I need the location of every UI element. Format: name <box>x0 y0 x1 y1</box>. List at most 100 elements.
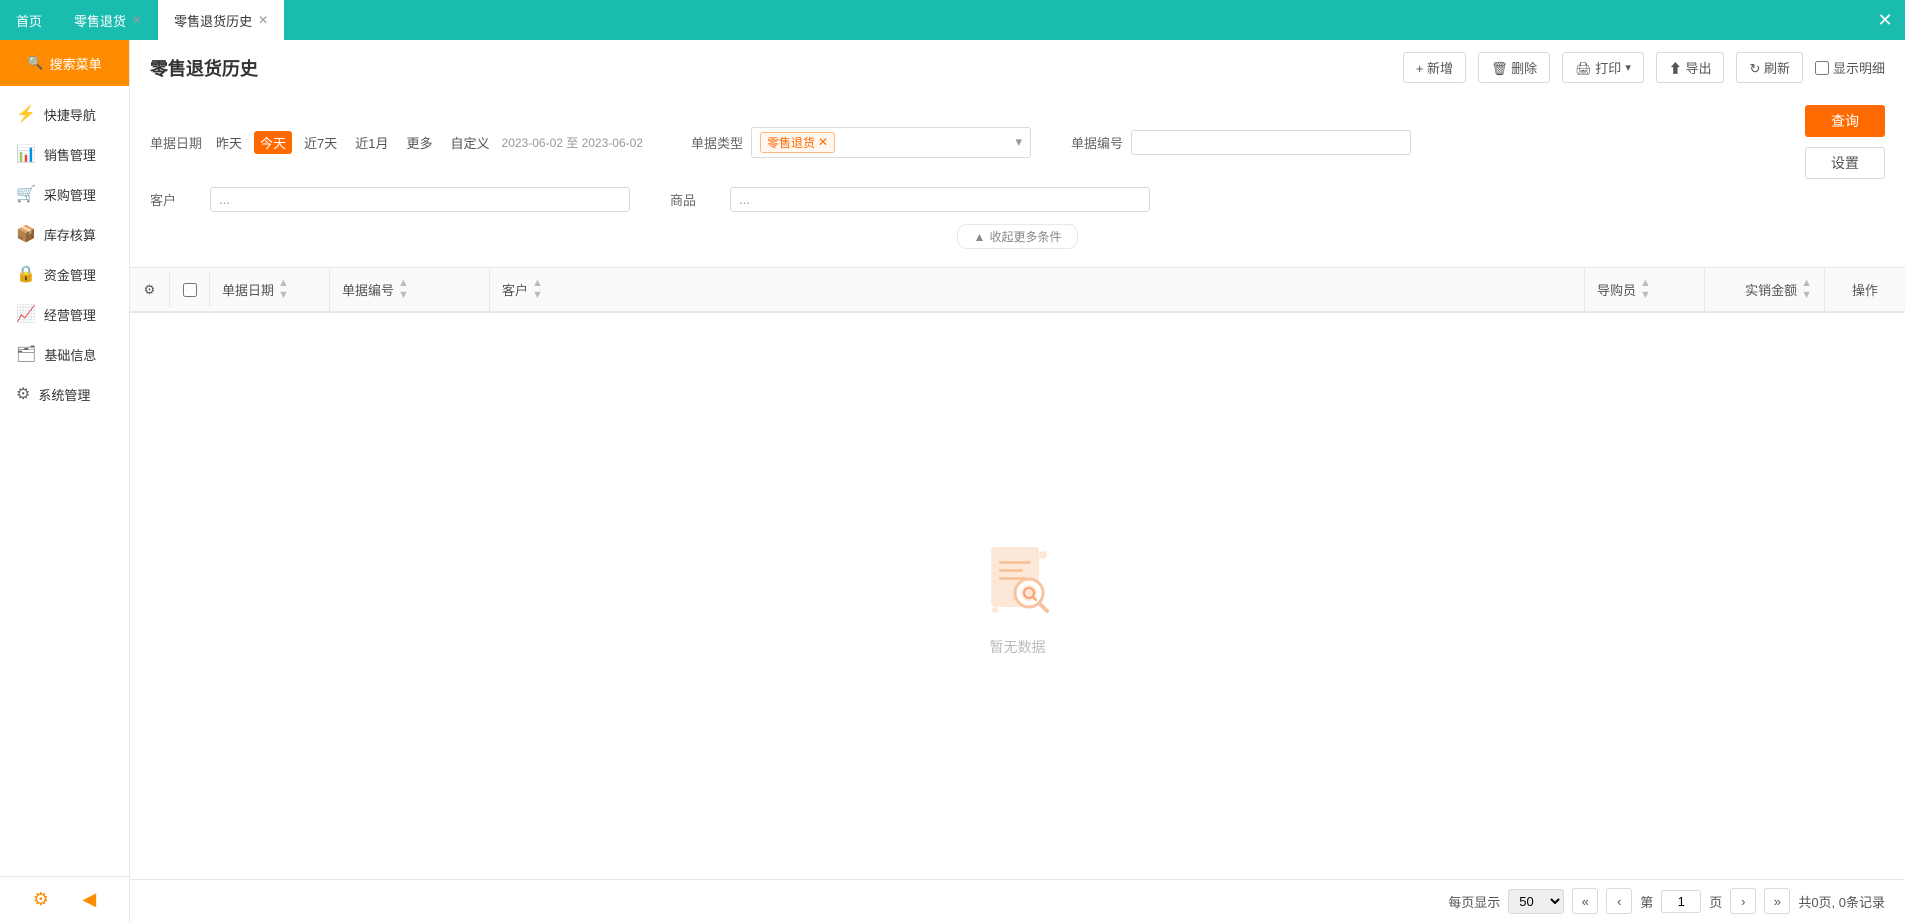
sidebar-item-finance[interactable]: 🔒 资金管理 <box>0 254 129 294</box>
sidebar-search[interactable]: 🔍 搜索菜单 <box>0 40 129 86</box>
operations-icon: 📈 <box>16 304 36 324</box>
table-container: ⚙ 单据日期 ▲▼ 单据编号 ▲▼ 客户 ▲▼ 导购员 <box>130 268 1905 879</box>
date-filter-label: 单据日期 <box>150 133 210 152</box>
page-header: 零售退货历史 + 新增 🗑 删除 🖨 打印 ▾ ⬆ 导出 ↻ 刷新 显示明细 <box>130 40 1905 268</box>
th-billno[interactable]: 单据编号 ▲▼ <box>330 268 490 311</box>
th-action: 操作 <box>1825 270 1905 309</box>
sidebar-item-inventory[interactable]: 📦 库存核算 <box>0 214 129 254</box>
sort-billno-icon: ▲▼ <box>398 278 409 301</box>
query-set-group: 查询 设置 <box>1805 105 1885 179</box>
date-option-1month[interactable]: 近1月 <box>349 131 394 154</box>
refresh-button[interactable]: ↻ 刷新 <box>1736 52 1803 83</box>
content-area: 零售退货历史 + 新增 🗑 删除 🖨 打印 ▾ ⬆ 导出 ↻ 刷新 显示明细 <box>130 40 1905 922</box>
toolbar: + 新增 🗑 删除 🖨 打印 ▾ ⬆ 导出 ↻ 刷新 显示明细 <box>1403 52 1885 83</box>
filter-dates: 昨天 今天 近7天 近1月 更多 自定义 2023-06-02 至 2023-0… <box>210 131 643 154</box>
page-label: 第 <box>1640 892 1653 911</box>
base-info-icon: 🗂 <box>16 344 36 364</box>
goods-input[interactable]: ... <box>730 187 1150 212</box>
sidebar-item-base-info[interactable]: 🗂 基础信息 <box>0 334 129 374</box>
sort-customer-icon: ▲▼ <box>532 278 543 301</box>
date-option-custom[interactable]: 自定义 <box>445 131 496 154</box>
sidebar-item-operations[interactable]: 📈 经营管理 <box>0 294 129 334</box>
next-page-button[interactable]: › <box>1730 888 1756 914</box>
empty-text: 暂无数据 <box>990 637 1046 657</box>
filter-row-2: 客户 ... 商品 ... <box>150 187 1885 212</box>
tab-retail-return[interactable]: 零售退货 ✕ <box>58 0 158 40</box>
date-option-today[interactable]: 今天 <box>254 131 292 154</box>
page-header-top: 零售退货历史 + 新增 🗑 删除 🖨 打印 ▾ ⬆ 导出 ↻ 刷新 显示明细 <box>150 52 1885 83</box>
finance-icon: 🔒 <box>16 264 36 284</box>
system-icon: ⚙ <box>16 384 30 404</box>
table-settings-icon: ⚙ <box>144 282 156 298</box>
new-button[interactable]: + 新增 <box>1403 52 1466 83</box>
bill-type-chevron-icon: ▾ <box>1015 134 1022 150</box>
th-amount[interactable]: 实销金额 ▲▼ <box>1705 268 1825 311</box>
sidebar-bottom: ⚙ ◀ <box>0 876 129 922</box>
page-suffix: 页 <box>1709 892 1722 911</box>
sidebar-item-purchase[interactable]: 🛒 采购管理 <box>0 174 129 214</box>
export-button[interactable]: ⬆ 导出 <box>1656 52 1725 83</box>
sidebar-item-system[interactable]: ⚙ 系统管理 <box>0 374 129 414</box>
collapse-up-icon: ▲ <box>974 230 986 244</box>
empty-state: 暂无数据 <box>130 313 1905 879</box>
th-date[interactable]: 单据日期 ▲▼ <box>210 268 330 311</box>
bill-type-select[interactable]: 零售退货 ✕ ▾ <box>751 127 1031 158</box>
tab-retail-return-history[interactable]: 零售退货历史 ✕ <box>158 0 284 40</box>
th-customer[interactable]: 客户 ▲▼ <box>490 268 1585 311</box>
quick-nav-icon: ⚡ <box>16 104 36 124</box>
date-option-yesterday[interactable]: 昨天 <box>210 131 248 154</box>
tab-home[interactable]: 首页 <box>0 0 58 40</box>
date-range-display: 2023-06-02 至 2023-06-02 <box>502 134 643 151</box>
pagination: 每页显示 50 10 20 100 « ‹ 第 1 页 › » 共0页, 0条记… <box>130 879 1905 922</box>
customer-label: 客户 <box>150 190 210 209</box>
last-page-button[interactable]: » <box>1764 888 1790 914</box>
query-button[interactable]: 查询 <box>1805 105 1885 137</box>
sidebar: 🔍 搜索菜单 ⚡ 快捷导航 📊 销售管理 🛒 采购管理 📦 库存核算 🔒 <box>0 40 130 922</box>
bill-no-label: 单据编号 <box>1071 133 1131 152</box>
table-settings-button[interactable]: ⚙ <box>130 272 170 308</box>
window-close-button[interactable]: ✕ <box>1865 0 1905 40</box>
tab-retail-return-history-close[interactable]: ✕ <box>258 13 268 27</box>
date-option-7days[interactable]: 近7天 <box>298 131 343 154</box>
purchase-icon: 🛒 <box>16 184 36 204</box>
show-detail-checkbox[interactable] <box>1815 61 1829 75</box>
per-page-select[interactable]: 50 10 20 100 <box>1508 889 1564 914</box>
table-header: ⚙ 单据日期 ▲▼ 单据编号 ▲▼ 客户 ▲▼ 导购员 <box>130 268 1905 313</box>
page-number-input[interactable]: 1 <box>1661 890 1701 913</box>
tab-bar: 首页 零售退货 ✕ 零售退货历史 ✕ <box>0 0 1865 40</box>
bill-type-tag: 零售退货 ✕ <box>760 132 835 153</box>
date-option-more[interactable]: 更多 <box>401 131 439 154</box>
filter-row-1: 单据日期 昨天 今天 近7天 近1月 更多 自定义 2023-06-02 至 2… <box>150 105 1885 179</box>
sidebar-settings-button[interactable]: ⚙ <box>33 889 49 910</box>
set-button[interactable]: 设置 <box>1805 147 1885 179</box>
collapse-button[interactable]: ▲ 收起更多条件 <box>957 224 1079 249</box>
inventory-icon: 📦 <box>16 224 36 244</box>
sidebar-item-quick-nav[interactable]: ⚡ 快捷导航 <box>0 94 129 134</box>
per-page-label: 每页显示 <box>1448 892 1500 911</box>
sidebar-collapse-button[interactable]: ◀ <box>82 889 96 910</box>
show-detail-label[interactable]: 显示明细 <box>1815 58 1885 77</box>
delete-button[interactable]: 🗑 删除 <box>1478 52 1550 83</box>
main-layout: 🔍 搜索菜单 ⚡ 快捷导航 📊 销售管理 🛒 采购管理 📦 库存核算 🔒 <box>0 40 1905 922</box>
search-icon: 🔍 <box>27 55 43 71</box>
first-page-button[interactable]: « <box>1572 888 1598 914</box>
tab-retail-return-close[interactable]: ✕ <box>132 13 142 27</box>
top-bar: 首页 零售退货 ✕ 零售退货历史 ✕ ✕ <box>0 0 1905 40</box>
empty-illustration <box>973 535 1063 625</box>
customer-input[interactable]: ... <box>210 187 630 212</box>
print-button[interactable]: 🖨 打印 ▾ <box>1562 52 1644 83</box>
table-select-all[interactable] <box>170 273 210 307</box>
sort-date-icon: ▲▼ <box>278 278 289 301</box>
filter-area: 单据日期 昨天 今天 近7天 近1月 更多 自定义 2023-06-02 至 2… <box>150 95 1885 267</box>
select-all-checkbox[interactable] <box>183 283 197 297</box>
bill-type-remove[interactable]: ✕ <box>818 135 828 149</box>
sort-amount-icon: ▲▼ <box>1801 278 1812 301</box>
th-guide[interactable]: 导购员 ▲▼ <box>1585 268 1705 311</box>
print-chevron-icon: ▾ <box>1625 61 1631 74</box>
goods-label: 商品 <box>670 190 730 209</box>
prev-page-button[interactable]: ‹ <box>1606 888 1632 914</box>
bill-type-label: 单据类型 <box>691 133 751 152</box>
bill-no-input[interactable] <box>1131 130 1411 155</box>
collapse-bar: ▲ 收起更多条件 <box>150 220 1885 257</box>
sidebar-item-sales[interactable]: 📊 销售管理 <box>0 134 129 174</box>
